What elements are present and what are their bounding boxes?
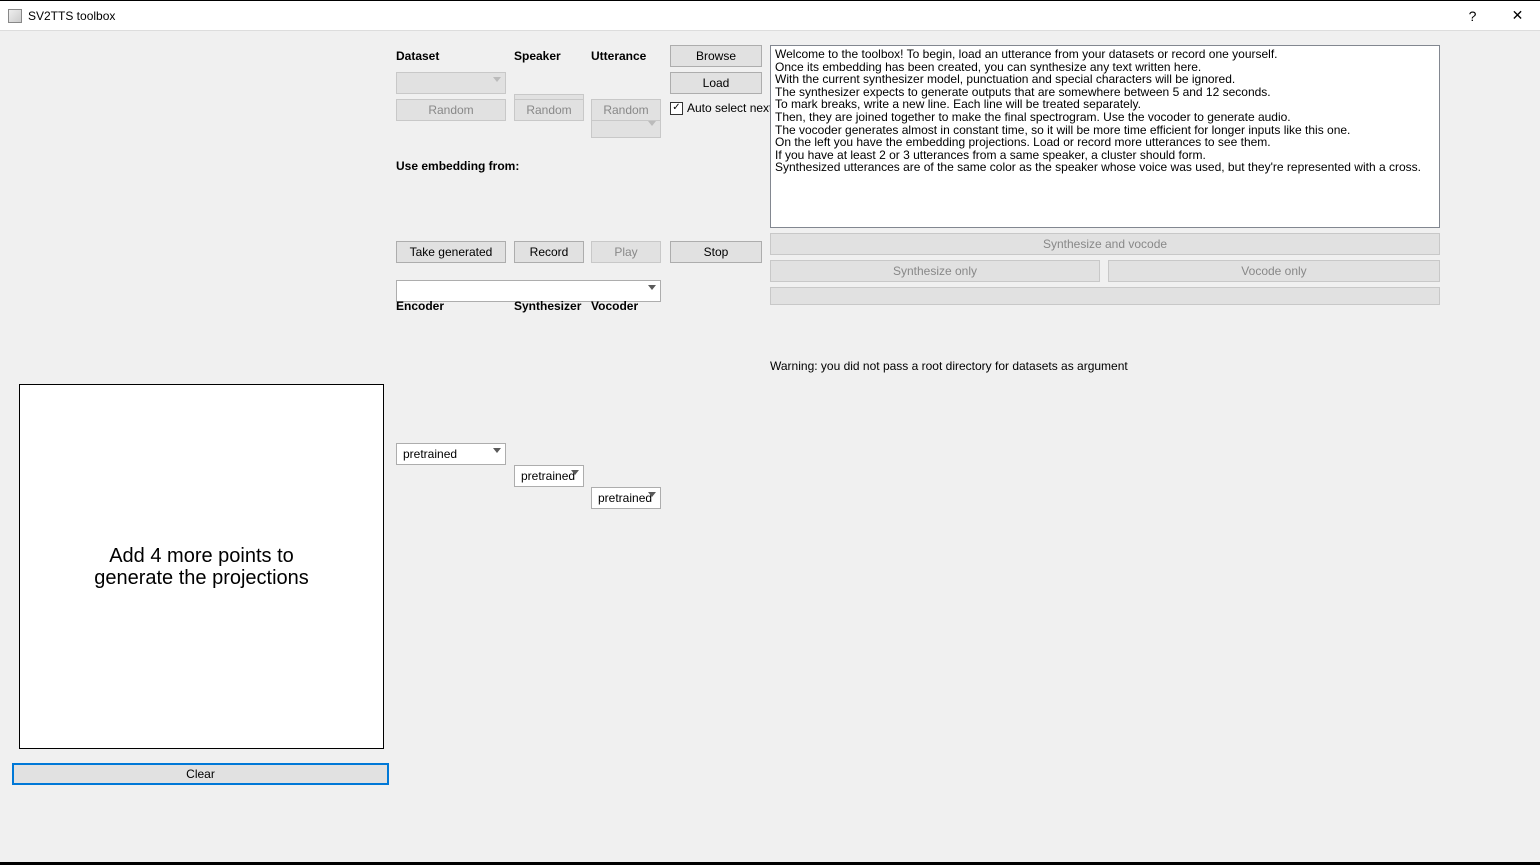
random-utterance-button[interactable]: Random — [591, 99, 661, 121]
synthesizer-combo-value: pretrained — [521, 469, 575, 483]
progress-bar — [770, 287, 1440, 305]
speaker-label: Speaker — [514, 49, 561, 63]
text-input-content: Welcome to the toolbox! To begin, load a… — [775, 47, 1421, 174]
titlebar: SV2TTS toolbox ? ✕ — [0, 1, 1540, 31]
vocoder-label: Vocoder — [591, 299, 638, 313]
close-button[interactable]: ✕ — [1495, 2, 1540, 30]
auto-select-next-wrap[interactable]: ✓ Auto select next — [670, 101, 772, 115]
dataset-combo[interactable] — [396, 72, 506, 94]
synthesize-only-button[interactable]: Synthesize only — [770, 260, 1100, 282]
text-input[interactable]: Welcome to the toolbox! To begin, load a… — [770, 45, 1440, 228]
random-dataset-button[interactable]: Random — [396, 99, 506, 121]
auto-select-next-label: Auto select next — [687, 101, 772, 115]
random-speaker-button[interactable]: Random — [514, 99, 584, 121]
utterance-label: Utterance — [591, 49, 646, 63]
window-title: SV2TTS toolbox — [28, 9, 1450, 23]
auto-select-next-checkbox[interactable]: ✓ — [670, 102, 683, 115]
use-embedding-label: Use embedding from: — [396, 159, 519, 173]
vocode-only-button[interactable]: Vocode only — [1108, 260, 1440, 282]
stop-button[interactable]: Stop — [670, 241, 762, 263]
synthesize-vocode-button[interactable]: Synthesize and vocode — [770, 233, 1440, 255]
synthesizer-combo[interactable]: pretrained — [514, 465, 584, 487]
vocoder-combo[interactable]: pretrained — [591, 487, 661, 509]
dataset-label: Dataset — [396, 49, 439, 63]
browse-button[interactable]: Browse — [670, 45, 762, 67]
encoder-combo-value: pretrained — [403, 447, 457, 461]
warning-text: Warning: you did not pass a root directo… — [770, 359, 1128, 373]
projection-plot: Add 4 more points to generate the projec… — [19, 384, 384, 749]
projection-plot-text: Add 4 more points to generate the projec… — [94, 545, 309, 589]
record-button[interactable]: Record — [514, 241, 584, 263]
app-icon — [8, 9, 22, 23]
encoder-combo[interactable]: pretrained — [396, 443, 506, 465]
vocoder-combo-value: pretrained — [598, 491, 652, 505]
play-button[interactable]: Play — [591, 241, 661, 263]
take-generated-button[interactable]: Take generated — [396, 241, 506, 263]
synthesizer-label: Synthesizer — [514, 299, 581, 313]
help-button[interactable]: ? — [1450, 2, 1495, 30]
load-button[interactable]: Load — [670, 72, 762, 94]
encoder-label: Encoder — [396, 299, 444, 313]
clear-button[interactable]: Clear — [12, 763, 389, 785]
